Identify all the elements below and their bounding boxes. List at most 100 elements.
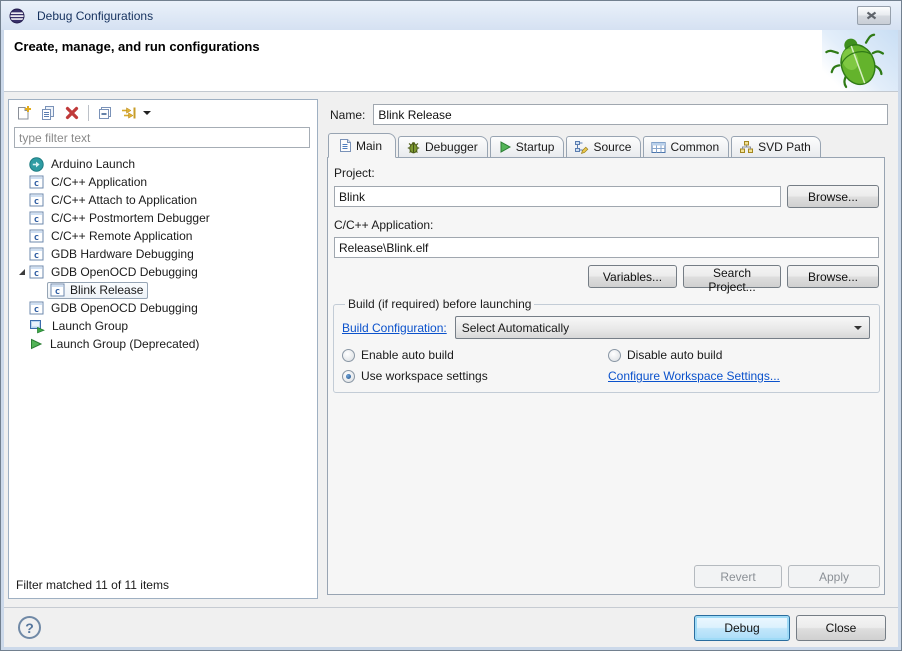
window-title: Debug Configurations [37,9,153,23]
eclipse-icon [9,8,31,24]
collapse-all-button[interactable] [93,102,117,124]
tab-main[interactable]: Main [328,133,396,158]
bug-icon [406,140,421,155]
build-configuration-link[interactable]: Build Configuration: [342,321,447,335]
document-icon [338,138,352,153]
c-app-icon: c [29,229,44,243]
new-configuration-button[interactable] [12,102,36,124]
expander-spacer [15,229,29,243]
table-icon [651,141,666,154]
tree-item-label: C/C++ Attach to Application [48,192,200,208]
configurations-panel: Arduino LaunchcC/C++ ApplicationcC/C++ A… [8,99,318,599]
tab-label: Common [670,140,719,154]
filter-configurations-button[interactable] [117,102,141,124]
close-icon [866,11,877,20]
apply-button[interactable]: Apply [788,565,880,588]
tab-label: Debugger [425,140,478,154]
expander-spacer [15,319,29,333]
tree-item-c-c-attach-to-application[interactable]: cC/C++ Attach to Application [9,191,317,209]
filter-status: Filter matched 11 of 11 items [16,578,169,592]
titlebar[interactable]: Debug Configurations [1,1,901,30]
tree-item-launch-group-deprecated[interactable]: Launch Group (Deprecated) [9,335,317,353]
project-label: Project: [334,166,884,180]
svg-text:c: c [34,233,39,243]
tree-item-gdb-hardware-debugging[interactable]: cGDB Hardware Debugging [9,245,317,263]
tree-item-c-c-remote-application[interactable]: c C/C++ Remote Application [9,227,317,245]
c-app-icon: c [29,211,44,225]
delete-icon [65,106,79,120]
tree-item-gdb-openocd-debugging[interactable]: c GDB OpenOCD Debugging [9,299,317,317]
dialog-footer: ? Debug Close [4,607,898,647]
configurations-tree: Arduino LaunchcC/C++ ApplicationcC/C++ A… [9,155,317,353]
launch-group-icon [29,318,45,334]
svg-text:c: c [34,215,39,225]
tab-debugger[interactable]: Debugger [398,136,488,157]
tab-label: Main [356,139,382,153]
c-app-icon: c [29,175,44,189]
project-browse-button[interactable]: Browse... [787,185,879,208]
configure-workspace-settings-link[interactable]: Configure Workspace Settings... [608,369,780,383]
search-project-button[interactable]: Search Project... [683,265,781,288]
play-icon [498,140,512,154]
enable-auto-build-radio[interactable] [342,349,355,362]
tree-item-label: C/C++ Postmortem Debugger [48,210,213,226]
expander-icon[interactable] [15,265,29,279]
enable-auto-build-label: Enable auto build [361,348,454,362]
tab-common[interactable]: Common [643,136,729,157]
application-browse-button[interactable]: Browse... [787,265,879,288]
tab-svd-path[interactable]: SVD Path [731,136,821,157]
tree-item-c-c-postmortem-debugger[interactable]: c C/C++ Postmortem Debugger [9,209,317,227]
c-app-icon: c [29,247,44,261]
window-close-button[interactable] [857,6,891,25]
toolbar-separator [88,105,89,121]
main-tab-content: Project: Browse... C/C++ Application: Va… [327,157,885,595]
expander-spacer [15,193,29,207]
filter-input[interactable] [14,127,310,148]
tree-item-label: C/C++ Application [48,174,150,190]
name-input[interactable] [373,104,888,125]
selected-tree-item: c Blink Release [47,282,148,299]
tab-label: SVD Path [758,140,811,154]
expander-spacer [15,175,29,189]
svg-text:c: c [34,305,39,315]
svg-text:c: c [34,179,39,189]
expander-spacer [15,211,29,225]
expander-spacer [15,301,29,315]
help-button[interactable]: ? [18,616,41,639]
delete-configuration-button[interactable] [60,102,84,124]
debug-button[interactable]: Debug [694,615,790,641]
tree-item-label: C/C++ Remote Application [48,228,195,244]
close-button[interactable]: Close [796,615,886,641]
tree-item-label: GDB OpenOCD Debugging [48,300,201,316]
variables-button[interactable]: Variables... [588,265,677,288]
expander-spacer [15,157,29,171]
tab-startup[interactable]: Startup [490,136,565,157]
svg-text:c: c [55,287,60,297]
tree-item-label: Launch Group (Deprecated) [47,336,202,352]
application-input[interactable] [334,237,879,258]
tab-label: Startup [516,140,555,154]
tree-item-launch-group[interactable]: Launch Group [9,317,317,335]
filter-icon [120,105,138,121]
tree-item-blink-release[interactable]: c Blink Release [9,281,317,299]
disable-auto-build-radio[interactable] [608,349,621,362]
build-group: Build (if required) before launching Bui… [333,297,880,393]
duplicate-configuration-button[interactable] [36,102,60,124]
toolbar-dropdown-arrow[interactable] [141,102,153,124]
use-workspace-settings-radio[interactable] [342,370,355,383]
application-label: C/C++ Application: [334,218,884,232]
tree-item-label: Blink Release [69,283,144,297]
dialog-header: Create, manage, and run configurations [4,30,898,92]
tab-source[interactable]: Source [566,136,641,157]
expander-spacer [15,247,29,261]
build-configuration-combo[interactable]: Select Automatically [455,316,870,339]
tree-item-gdb-openocd-debugging[interactable]: cGDB OpenOCD Debugging [9,263,317,281]
collapse-all-icon [97,105,113,121]
tree-item-label: Launch Group [49,318,131,334]
revert-button[interactable]: Revert [694,565,782,588]
tree-item-arduino-launch[interactable]: Arduino Launch [9,155,317,173]
c-app-icon: c [29,301,44,315]
project-input[interactable] [334,186,781,207]
duplicate-icon [40,105,56,121]
tree-item-c-c-application[interactable]: c C/C++ Application [9,173,317,191]
